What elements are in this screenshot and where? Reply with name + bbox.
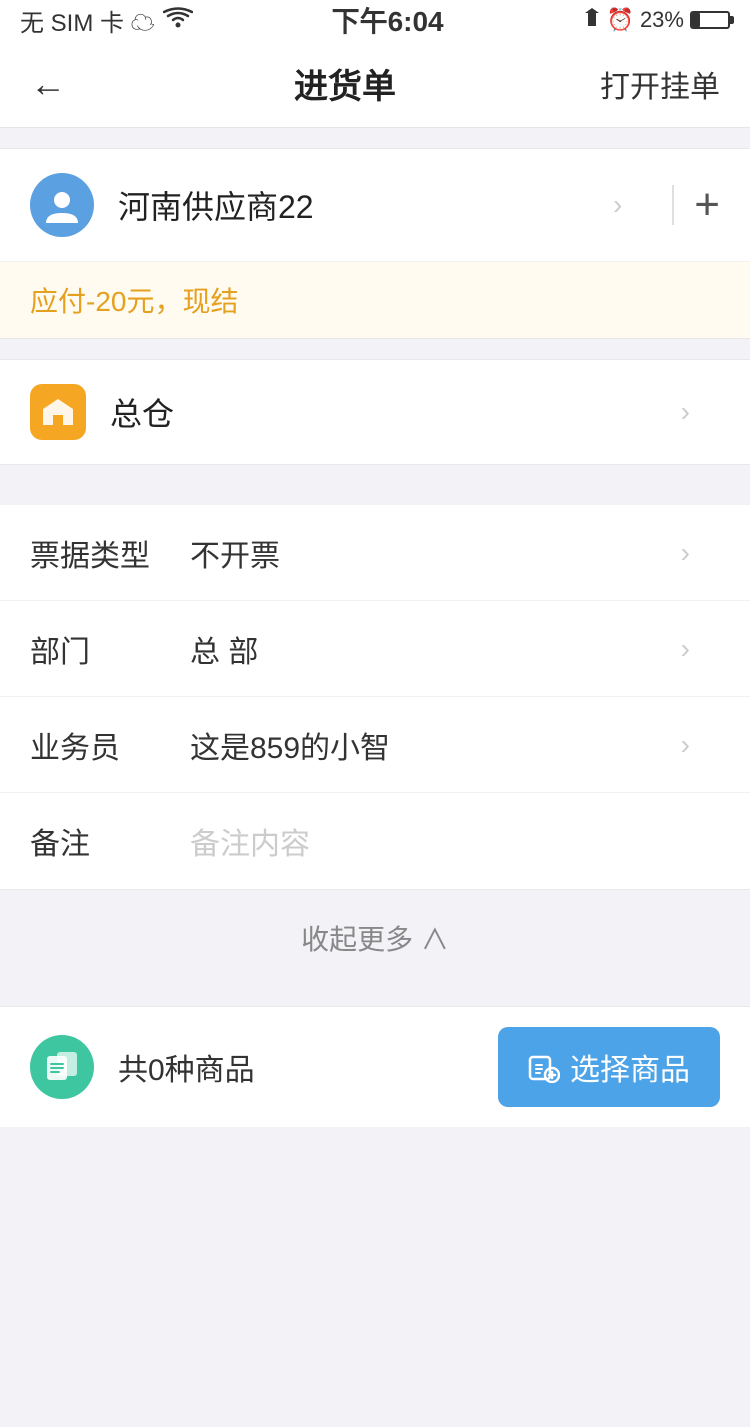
remark-label: 备注 (30, 819, 150, 863)
section-gap-3 (0, 465, 750, 485)
warehouse-row[interactable]: 总仓 › (0, 359, 750, 465)
remark-placeholder: 备注内容 (150, 819, 720, 863)
select-product-label: 选择商品 (570, 1045, 690, 1089)
wifi-icon (163, 6, 193, 35)
form-section: 票据类型 不开票 › 部门 总 部 › 业务员 这是859的小智 › 备注 备注… (0, 505, 750, 889)
salesperson-label: 业务员 (30, 723, 150, 767)
product-count: 共0种商品 (118, 1045, 498, 1089)
section-gap-1 (0, 128, 750, 148)
add-supplier-button[interactable]: + (694, 183, 720, 227)
invoice-value: 不开票 (150, 531, 681, 575)
status-right: ⏰ 23% (583, 7, 730, 33)
supplier-avatar (30, 173, 94, 237)
invoice-label: 票据类型 (30, 531, 150, 575)
nav-bar: ← 进货单 打开挂单 (0, 40, 750, 128)
department-chevron-icon: › (681, 633, 690, 665)
status-time: 下午6:04 (332, 0, 444, 40)
supplier-name: 河南供应商22 (118, 182, 613, 228)
no-sim-label: 无 SIM 卡 ☁ (20, 3, 155, 38)
status-left: 无 SIM 卡 ☁ (20, 3, 193, 38)
warehouse-icon (30, 384, 86, 440)
supplier-chevron-icon: › (613, 189, 622, 221)
page-title: 进货单 (294, 59, 396, 108)
salesperson-row[interactable]: 业务员 这是859的小智 › (0, 697, 750, 793)
invoice-chevron-icon: › (681, 537, 690, 569)
location-icon (583, 7, 601, 33)
warehouse-chevron-icon: › (681, 396, 690, 428)
alarm-icon: ⏰ (607, 7, 634, 33)
battery-icon (690, 11, 730, 29)
salesperson-value: 这是859的小智 (150, 723, 681, 767)
supplier-row[interactable]: 河南供应商22 › + (0, 149, 750, 262)
product-bar: 共0种商品 选择商品 (0, 1006, 750, 1127)
select-product-icon (528, 1051, 560, 1083)
status-bar: 无 SIM 卡 ☁ 下午6:04 ⏰ 23% (0, 0, 750, 40)
warehouse-name: 总仓 (110, 389, 681, 435)
select-product-button[interactable]: 选择商品 (498, 1027, 720, 1107)
supplier-divider (672, 185, 674, 225)
bottom-bg (0, 1127, 750, 1427)
notice-bar: 应付-20元，现结 (0, 262, 750, 338)
open-pending-button[interactable]: 打开挂单 (600, 62, 720, 106)
battery-percent: 23% (640, 7, 684, 33)
salesperson-chevron-icon: › (681, 729, 690, 761)
invoice-type-row[interactable]: 票据类型 不开票 › (0, 505, 750, 601)
section-gap-2 (0, 339, 750, 359)
department-label: 部门 (30, 627, 150, 671)
department-value: 总 部 (150, 627, 681, 671)
department-row[interactable]: 部门 总 部 › (0, 601, 750, 697)
product-icon (30, 1035, 94, 1099)
remark-row[interactable]: 备注 备注内容 (0, 793, 750, 889)
collapse-bar[interactable]: 收起更多 ∧ (0, 889, 750, 986)
supplier-section: 河南供应商22 › + 应付-20元，现结 (0, 148, 750, 339)
back-button[interactable]: ← (30, 63, 90, 105)
